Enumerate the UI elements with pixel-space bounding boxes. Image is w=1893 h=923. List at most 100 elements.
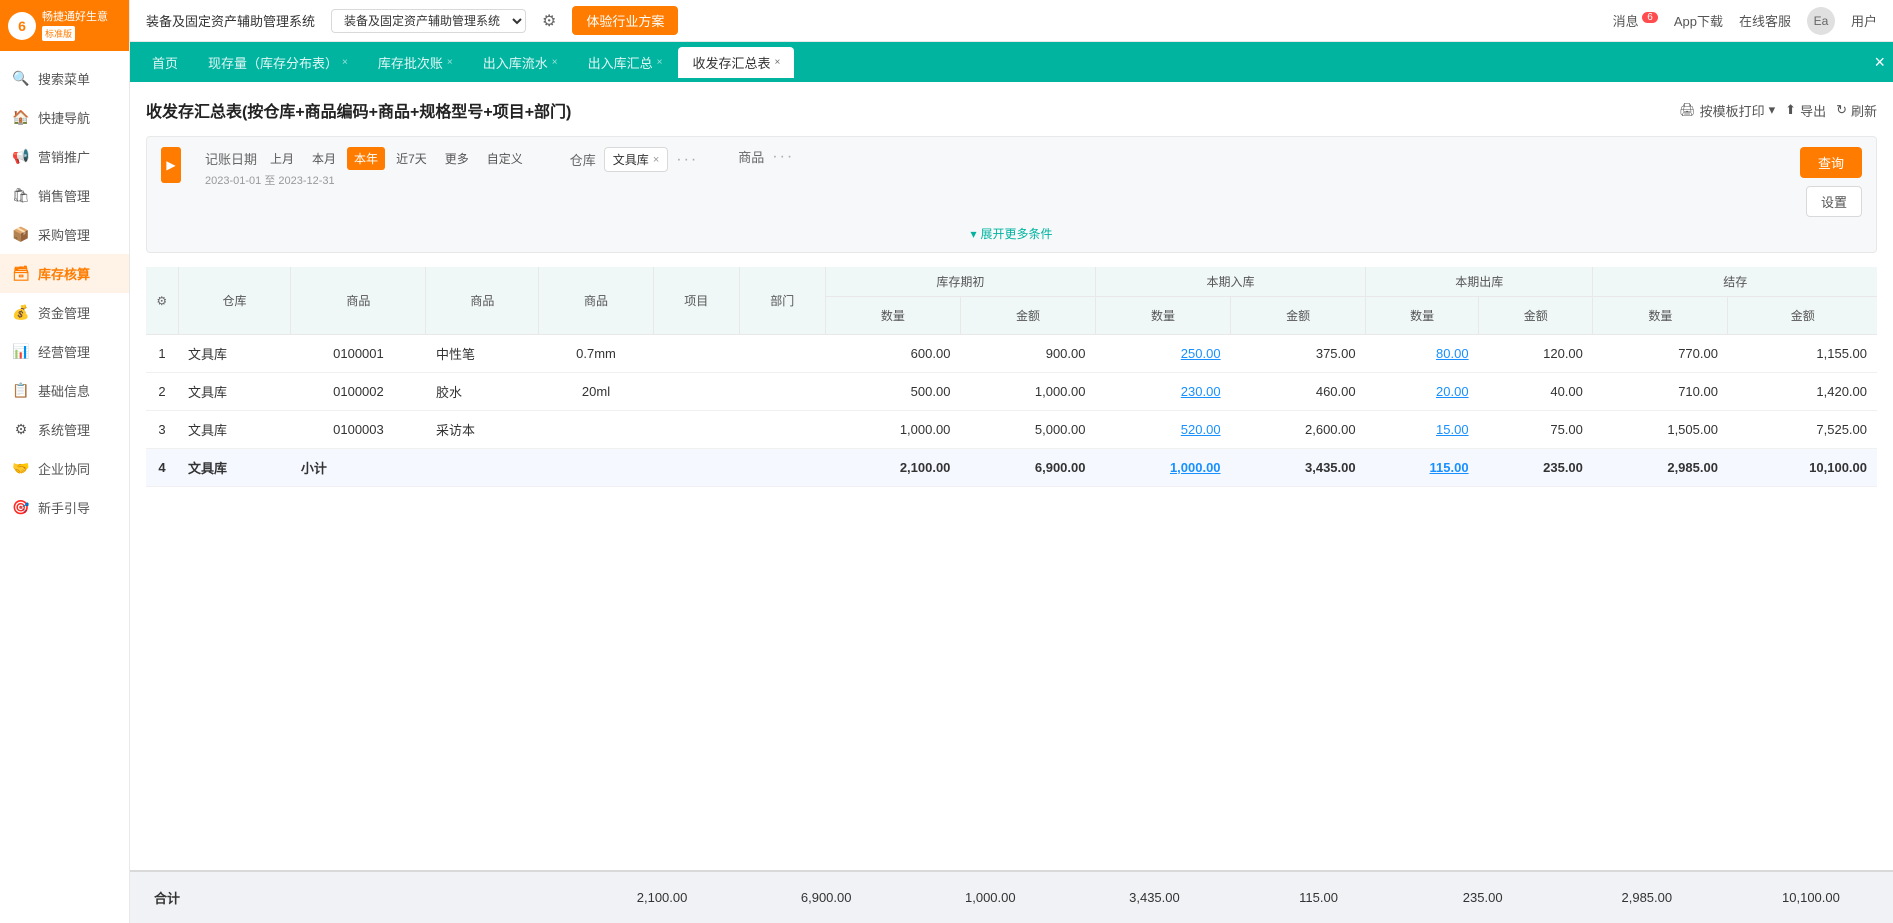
cell-in-qty[interactable]: 230.00 <box>1095 373 1230 411</box>
sidebar-item-marketing[interactable]: 📢营销推广 <box>0 137 129 176</box>
date-btn-7days[interactable]: 近7天 <box>389 147 434 170</box>
nav-icon-base_info: 📋 <box>12 382 30 400</box>
cell-goods-code: 0100001 <box>291 335 426 373</box>
export-label: 导出 <box>1800 101 1826 120</box>
query-btn[interactable]: 查询 <box>1800 147 1862 178</box>
notifications-btn[interactable]: 消息 6 <box>1613 11 1658 30</box>
tab-inout_summary[interactable]: 出入库汇总 × <box>574 47 677 78</box>
goods-filter: 商品 ··· <box>738 147 794 166</box>
cell-goods-spec: 0.7mm <box>539 335 653 373</box>
nav-label-search: 搜索菜单 <box>38 69 90 88</box>
subtotal-out-qty[interactable]: 115.00 <box>1366 449 1479 487</box>
warehouse-tag-close[interactable]: × <box>653 154 659 166</box>
sidebar-item-base_info[interactable]: 📋基础信息 <box>0 371 129 410</box>
filter-expand-arrow[interactable]: ▶ <box>161 147 181 183</box>
cell-out-qty[interactable]: 20.00 <box>1366 373 1479 411</box>
cell-goods-name: 胶水 <box>426 373 539 411</box>
cell-index: 2 <box>146 373 178 411</box>
col-group-out: 本期出库 <box>1366 267 1593 297</box>
tab-home[interactable]: 首页 <box>138 47 192 78</box>
cell-out-qty[interactable]: 80.00 <box>1366 335 1479 373</box>
tab-bar-close-btn[interactable]: × <box>1874 52 1885 73</box>
warehouse-dots[interactable]: ··· <box>676 151 698 169</box>
footer-in-qty: 1,000.00 <box>908 884 1072 911</box>
tab-close-stock_dist[interactable]: × <box>342 57 348 68</box>
table-settings-icon[interactable]: ⚙ <box>146 267 178 335</box>
cell-open-qty: 500.00 <box>825 373 960 411</box>
nav-icon-marketing: 📢 <box>12 148 30 166</box>
sidebar-item-guide[interactable]: 🎯新手引导 <box>0 488 129 527</box>
date-btn-custom[interactable]: 自定义 <box>480 147 530 170</box>
subtotal-bal-amt: 10,100.00 <box>1728 449 1877 487</box>
tab-close-batch[interactable]: × <box>447 57 453 68</box>
cell-bal-amt: 1,420.00 <box>1728 373 1877 411</box>
footer-out-qty: 115.00 <box>1237 884 1401 911</box>
sidebar-item-corp[interactable]: 🤝 企业协同 <box>0 449 129 488</box>
cell-in-amt: 2,600.00 <box>1231 411 1366 449</box>
date-btn-this-year[interactable]: 本年 <box>347 147 385 170</box>
cell-warehouse: 文具库 <box>178 335 291 373</box>
tab-stock_dist[interactable]: 现存量（库存分布表） × <box>194 47 362 78</box>
content-area: 收发存汇总表(按仓库+商品编码+商品+规格型号+项目+部门) 🖨 按模板打印 ▾… <box>130 82 1893 870</box>
cell-in-qty[interactable]: 250.00 <box>1095 335 1230 373</box>
app-download-btn[interactable]: App下载 <box>1674 11 1723 30</box>
subtotal-row: 4 文具库 小计 2,100.00 6,900.00 1,000.00 3,43… <box>146 449 1877 487</box>
export-btn[interactable]: ⬆ 导出 <box>1785 101 1826 120</box>
date-btn-prev-month[interactable]: 上月 <box>263 147 301 170</box>
subtotal-in-amt: 3,435.00 <box>1231 449 1366 487</box>
date-btn-more[interactable]: 更多 <box>438 147 476 170</box>
cell-in-qty[interactable]: 520.00 <box>1095 411 1230 449</box>
system-selector[interactable]: 装备及固定资产辅助管理系统 <box>331 9 526 33</box>
cell-project <box>653 335 739 373</box>
filter-section: ▶ 记账日期 上月 本月 本年 近7天 更多 <box>146 136 1877 253</box>
col-header-dept: 部门 <box>739 267 825 335</box>
expand-conditions-btn[interactable]: ▾ 展开更多条件 <box>161 225 1862 242</box>
subtotal-in-qty[interactable]: 1,000.00 <box>1095 449 1230 487</box>
nav-icon-guide: 🎯 <box>12 499 30 517</box>
user-label[interactable]: 用户 <box>1851 11 1877 30</box>
tab-close-inout_summary[interactable]: × <box>657 57 663 68</box>
sidebar-item-finance[interactable]: 💰资金管理 <box>0 293 129 332</box>
tab-close-inout_flow[interactable]: × <box>552 57 558 68</box>
print-icon: 🖨 <box>1679 102 1696 118</box>
nav-label-purchase: 采购管理 <box>38 225 90 244</box>
nav-icon-corp: 🤝 <box>12 460 30 478</box>
sidebar-item-system[interactable]: ⚙系统管理 <box>0 410 129 449</box>
sidebar-item-purchase[interactable]: 📦采购管理 <box>0 215 129 254</box>
online-service-btn[interactable]: 在线客服 <box>1739 11 1791 30</box>
goods-dots[interactable]: ··· <box>772 148 794 166</box>
print-chevron-icon: ▾ <box>1769 102 1776 118</box>
tab-label-receive_summary: 收发存汇总表 <box>692 53 770 72</box>
cell-open-amt: 900.00 <box>960 335 1095 373</box>
print-btn[interactable]: 🖨 按模板打印 ▾ <box>1679 101 1775 120</box>
tab-receive_summary[interactable]: 收发存汇总表 × <box>678 47 794 78</box>
cell-goods-spec: 20ml <box>539 373 653 411</box>
cell-out-qty[interactable]: 15.00 <box>1366 411 1479 449</box>
sidebar-item-operations[interactable]: 📊经营管理 <box>0 332 129 371</box>
sidebar-item-quick_nav[interactable]: 🏠快捷导航 <box>0 98 129 137</box>
tab-label-inout_flow: 出入库流水 <box>483 53 548 72</box>
filter-main-row: ▶ 记账日期 上月 本月 本年 近7天 更多 <box>161 147 1862 217</box>
cell-index: 1 <box>146 335 178 373</box>
gear-icon[interactable]: ⚙ <box>542 11 556 31</box>
nav-icon-sales: 🛍 <box>12 187 30 205</box>
cell-bal-amt: 7,525.00 <box>1728 411 1877 449</box>
nav-label-corp: 企业协同 <box>38 459 90 478</box>
print-label: 按模板打印 <box>1700 101 1765 120</box>
sidebar-item-search[interactable]: 🔍搜索菜单 <box>0 59 129 98</box>
page-title: 收发存汇总表(按仓库+商品编码+商品+规格型号+项目+部门) <box>146 98 571 122</box>
cell-in-amt: 375.00 <box>1231 335 1366 373</box>
cell-open-amt: 1,000.00 <box>960 373 1095 411</box>
tab-batch[interactable]: 库存批次账 × <box>364 47 467 78</box>
set-btn[interactable]: 设置 <box>1806 186 1862 217</box>
tab-inout_flow[interactable]: 出入库流水 × <box>469 47 572 78</box>
table-wrapper: ⚙ 仓库 商品 商品 商品 项目 部门 库存期初 本期入库 本期出库 结存 <box>146 267 1877 487</box>
tab-close-receive_summary[interactable]: × <box>774 57 780 68</box>
cell-in-amt: 460.00 <box>1231 373 1366 411</box>
refresh-btn[interactable]: ↻ 刷新 <box>1836 101 1877 120</box>
date-btn-this-month[interactable]: 本月 <box>305 147 343 170</box>
sidebar-item-inventory[interactable]: 🗃库存核算 <box>0 254 129 293</box>
trial-btn[interactable]: 体验行业方案 <box>572 6 678 35</box>
sidebar-item-sales[interactable]: 🛍销售管理 <box>0 176 129 215</box>
table-row: 3 文具库 0100003 采访本 1,000.00 5,000.00 520.… <box>146 411 1877 449</box>
